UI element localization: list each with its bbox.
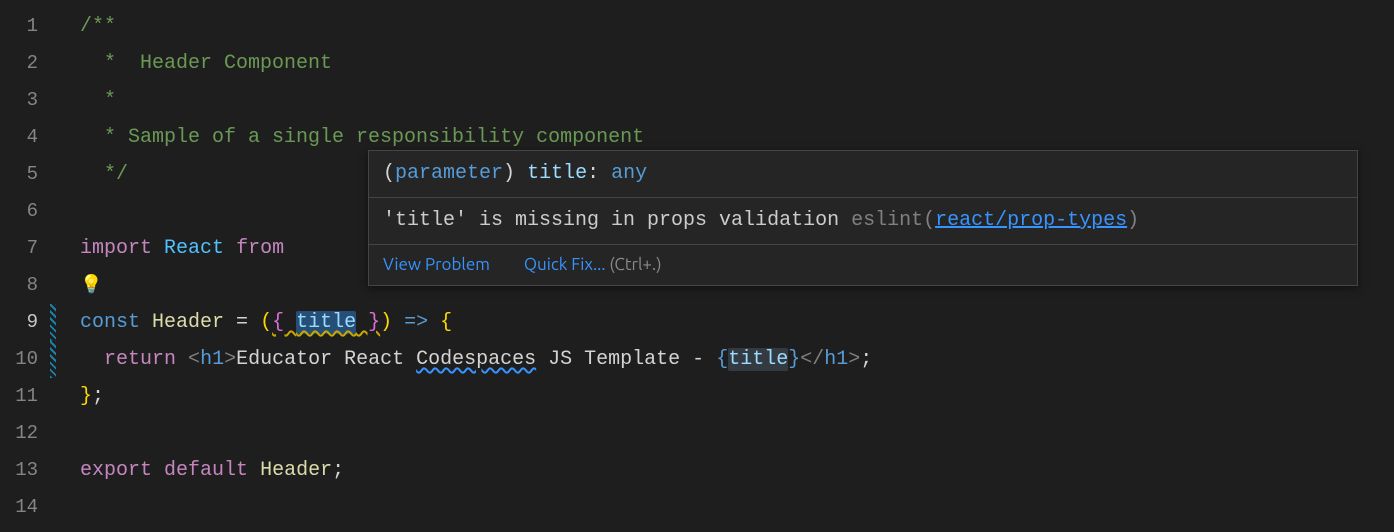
line-number: 11 (0, 378, 50, 415)
line-number: 3 (0, 82, 50, 119)
code-editor[interactable]: 1 2 3 4 5 6 7 8 9 10 11 12 13 14 /** * H… (0, 0, 1394, 532)
brace-token: { (440, 311, 452, 334)
line-number: 1 (0, 8, 50, 45)
hover-tooltip[interactable]: (parameter) title: any 'title' is missin… (368, 150, 1358, 286)
code-line[interactable]: * Header Component (80, 45, 1394, 82)
view-problem-action[interactable]: View Problem (383, 255, 490, 274)
hover-actions: View Problem Quick Fix... (Ctrl+.) (369, 245, 1357, 285)
hover-signature: (parameter) title: any (369, 151, 1357, 198)
code-line[interactable] (80, 415, 1394, 452)
keyword-token: const (80, 311, 140, 334)
tag-bracket-token: > (224, 348, 236, 371)
comment-token: * Header Component (92, 52, 332, 75)
line-number: 10 (0, 341, 50, 378)
line-number-gutter: 1 2 3 4 5 6 7 8 9 10 11 12 13 14 (0, 0, 50, 532)
paren-token: ) (380, 311, 392, 334)
keyword-token: return (104, 348, 176, 371)
tag-bracket-token: < (188, 348, 200, 371)
punct-token: ; (92, 385, 104, 408)
tag-name-token: h1 (200, 348, 224, 371)
code-line[interactable]: /** (80, 8, 1394, 45)
function-name-token: Header (152, 311, 224, 334)
identifier-token: title (728, 348, 788, 371)
line-number: 2 (0, 45, 50, 82)
keyword-token: from (236, 237, 284, 260)
code-line[interactable] (80, 489, 1394, 526)
line-number: 6 (0, 193, 50, 230)
punct-token: ; (332, 459, 344, 482)
brace-token: } (80, 385, 92, 408)
paren-token: ( (260, 311, 272, 334)
identifier-token: React (164, 237, 224, 260)
tag-name-token: h1 (824, 348, 848, 371)
comment-token: * (92, 89, 116, 112)
keyword-token: default (164, 459, 248, 482)
code-line[interactable]: return <h1>Educator React Codespaces JS … (80, 341, 1394, 378)
parameter-token: title (296, 311, 356, 334)
tag-bracket-token: > (848, 348, 860, 371)
jsx-brace-token: { (716, 348, 728, 371)
code-line[interactable]: const Header = ({ title }) => { (80, 304, 1394, 341)
keyword-token: import (80, 237, 152, 260)
line-number: 12 (0, 415, 50, 452)
jsx-text-token: Educator React (236, 348, 416, 371)
jsx-text-token: JS Template - (536, 348, 716, 371)
line-number: 8 (0, 267, 50, 304)
brace-token: } (356, 311, 380, 334)
jsx-text-token: Codespaces (416, 348, 536, 371)
identifier-token: Header (260, 459, 332, 482)
line-number: 14 (0, 489, 50, 526)
line-number: 9 (0, 304, 50, 341)
line-number: 7 (0, 230, 50, 267)
keyword-token: export (80, 459, 152, 482)
comment-token: * Sample of a single responsibility comp… (92, 126, 644, 149)
code-line[interactable]: }; (80, 378, 1394, 415)
operator-token: = (224, 311, 260, 334)
jsx-brace-token: } (788, 348, 800, 371)
hover-diagnostic: 'title' is missing in props validation e… (369, 198, 1357, 245)
line-number: 13 (0, 452, 50, 489)
comment-token: */ (92, 163, 128, 186)
eslint-rule-link[interactable]: react/prop-types (935, 209, 1127, 232)
lightbulb-icon[interactable]: 💡 (80, 268, 102, 305)
tag-bracket-token: </ (800, 348, 824, 371)
line-number: 5 (0, 156, 50, 193)
comment-token: /** (80, 15, 116, 38)
line-number: 4 (0, 119, 50, 156)
quick-fix-action[interactable]: Quick Fix... (Ctrl+.) (524, 255, 662, 274)
arrow-token: => (392, 311, 440, 334)
code-line[interactable]: * (80, 82, 1394, 119)
code-line[interactable]: export default Header; (80, 452, 1394, 489)
punct-token: ; (860, 348, 872, 371)
brace-token: { (272, 311, 296, 334)
